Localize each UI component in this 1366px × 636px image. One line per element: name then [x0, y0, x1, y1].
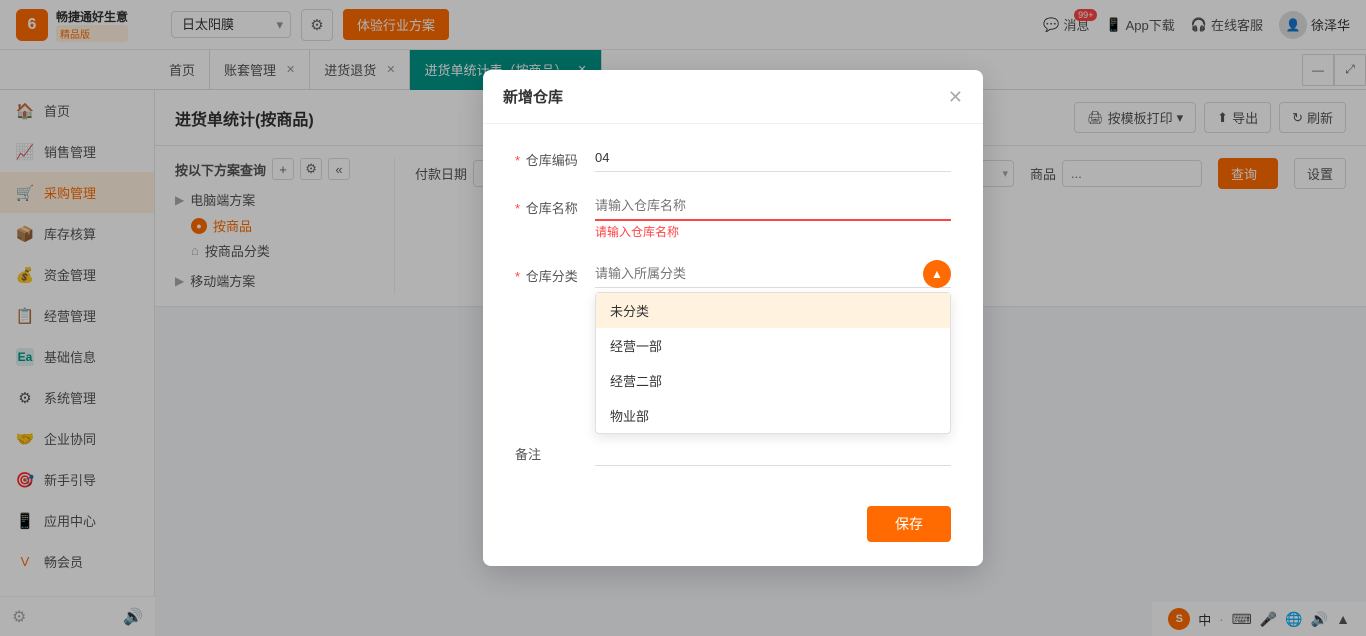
warehouse-name-row: * 仓库名称 请输入仓库名称	[515, 192, 951, 240]
category-toggle-button[interactable]: ▲	[923, 260, 951, 288]
warehouse-memo-label: 备注	[515, 438, 595, 463]
warehouse-name-label: * 仓库名称	[515, 192, 595, 217]
warehouse-name-control: 请输入仓库名称	[595, 192, 951, 240]
warehouse-memo-row: 备注	[515, 438, 951, 466]
modal-body: * 仓库编码 * 仓库名称 请输入仓库名称 * 仓库分类	[483, 124, 983, 506]
new-warehouse-modal: 新增仓库 ✕ * 仓库编码 * 仓库名称 请输入仓库名称	[483, 70, 983, 566]
warehouse-category-label: * 仓库分类	[515, 260, 595, 285]
warehouse-memo-control	[595, 438, 951, 466]
modal-footer: 保存	[483, 506, 983, 542]
modal-header: 新增仓库 ✕	[483, 70, 983, 124]
warehouse-name-error: 请输入仓库名称	[595, 223, 951, 240]
modal-title: 新增仓库	[503, 86, 563, 107]
warehouse-category-input[interactable]	[595, 260, 951, 288]
dropdown-item-dept2[interactable]: 经营二部	[596, 363, 950, 398]
modal-save-button[interactable]: 保存	[867, 506, 951, 542]
dropdown-item-dept3[interactable]: 物业部	[596, 398, 950, 433]
warehouse-category-control: ▲ 未分类 经营一部 经营二部 物业部	[595, 260, 951, 288]
warehouse-name-input[interactable]	[595, 192, 951, 221]
required-star: *	[515, 153, 520, 168]
dropdown-item-uncategorized[interactable]: 未分类	[596, 293, 950, 328]
dropdown-item-dept1[interactable]: 经营一部	[596, 328, 950, 363]
warehouse-category-row: * 仓库分类 ▲ 未分类 经营一部 经营二部 物业部	[515, 260, 951, 288]
warehouse-code-row: * 仓库编码	[515, 144, 951, 172]
warehouse-code-control	[595, 144, 951, 172]
required-star-cat: *	[515, 269, 520, 284]
required-star-name: *	[515, 201, 520, 216]
modal-close-button[interactable]: ✕	[948, 88, 963, 106]
warehouse-code-label: * 仓库编码	[515, 144, 595, 169]
category-input-wrap: ▲	[595, 260, 951, 288]
category-dropdown-list: 未分类 经营一部 经营二部 物业部	[595, 292, 951, 434]
warehouse-memo-input[interactable]	[595, 438, 951, 466]
warehouse-code-input[interactable]	[595, 144, 951, 172]
